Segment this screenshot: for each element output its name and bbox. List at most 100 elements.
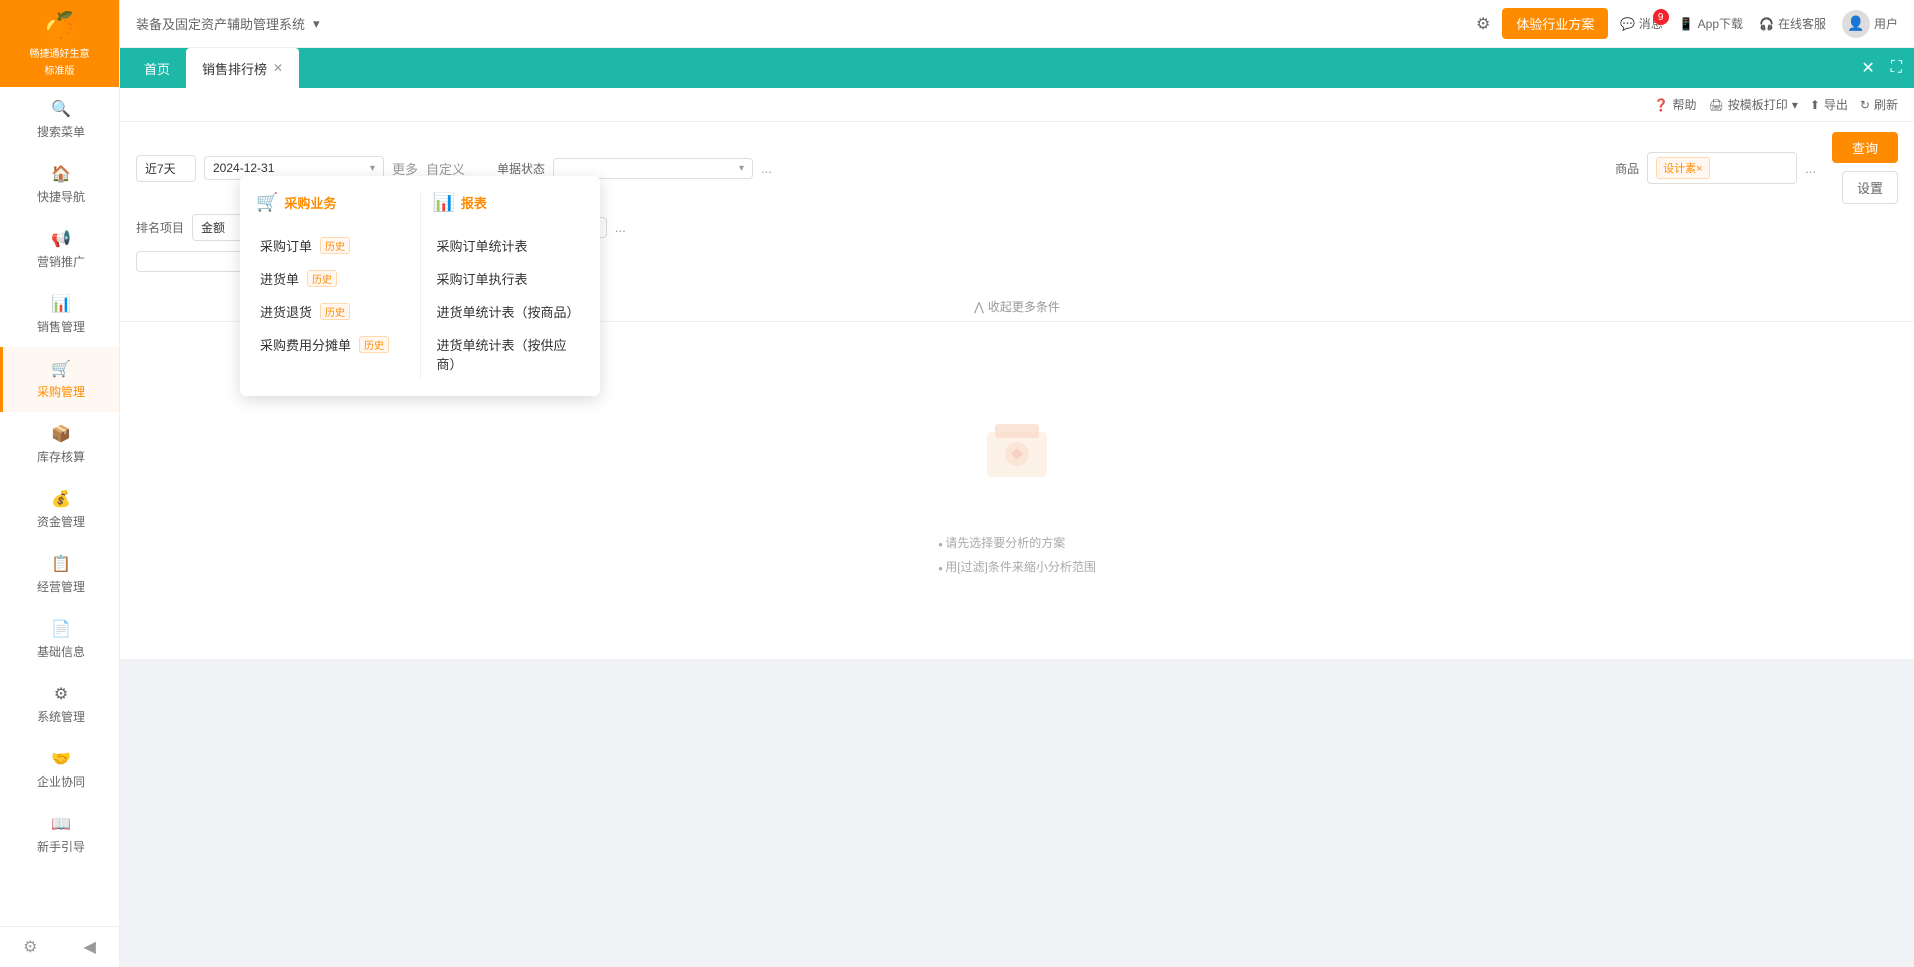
export-label: 导出 (1824, 96, 1848, 113)
tab-close-all-icon[interactable]: ✕ (1857, 54, 1878, 82)
menu-item-purchase-order[interactable]: 采购订单 历史 (256, 229, 408, 262)
sidebar-item-guide[interactable]: 📖 新手引导 (0, 802, 119, 867)
stock-in-stats-supplier-label: 进货单统计表（按供应商） (437, 335, 581, 373)
help-label: 帮助 (1673, 96, 1697, 113)
print-label: 按模板打印 (1728, 96, 1788, 113)
query-button[interactable]: 查询 (1832, 132, 1898, 163)
tab-sales-rank-close[interactable]: ✕ (273, 61, 283, 75)
date-custom-link[interactable]: 自定义 (426, 159, 465, 178)
menu-item-stock-in-stats-product[interactable]: 进货单统计表（按商品） (433, 295, 585, 328)
stock-return-badge: 历史 (320, 303, 350, 320)
sidebar-item-marketing[interactable]: 📢 营销推广 (0, 217, 119, 282)
sidebar-item-basic-info-label: 基础信息 (37, 643, 85, 660)
sidebar-item-sales[interactable]: 📊 销售管理 (0, 282, 119, 347)
collapse-icon: ⋀ (974, 300, 984, 314)
logo-line2: 标准版 (45, 62, 75, 77)
sidebar-collapse-icon[interactable]: ◀ (84, 937, 96, 957)
sidebar-bottom: ⚙ ◀ (0, 926, 119, 967)
purchase-expense-label: 采购费用分摊单 (260, 335, 351, 354)
purchase-order-badge: 历史 (320, 237, 350, 254)
notification-badge: 9 (1653, 9, 1669, 25)
sidebar-settings-icon[interactable]: ⚙ (23, 937, 37, 957)
sidebar-logo: 🍊 畅捷通好生意 标准版 (0, 0, 119, 87)
sidebar-item-finance[interactable]: 💰 资金管理 (0, 477, 119, 542)
sidebar-item-inventory-label: 库存核算 (37, 448, 85, 465)
logo-icon: 🍊 (42, 10, 77, 43)
sidebar-item-collab[interactable]: 🤝 企业协同 (0, 737, 119, 802)
tab-bar: 首页 销售排行榜 ✕ ✕ ⛶ (120, 48, 1914, 88)
main-area: 装备及固定资产辅助管理系统 ▾ ⚙ 体验行业方案 💬 9 消息 📱 App下载 … (120, 0, 1914, 967)
purchase-business-column: 🛒 采购业务 采购订单 历史 进货单 历史 进货退货 历史 (256, 192, 408, 380)
purchase-menu-icon: 🛒 (256, 192, 278, 213)
order-status-label: 单据状态 (497, 160, 545, 177)
sidebar-item-marketing-label: 营销推广 (37, 253, 85, 270)
menu-divider (420, 192, 421, 380)
report-title: 📊 报表 (433, 192, 585, 217)
date-range-value: 2024-12-31 (213, 161, 274, 175)
menu-item-purchase-order-exec[interactable]: 采购订单执行表 (433, 262, 585, 295)
sidebar-nav: 🔍 搜索菜单 🏠 快捷导航 📢 营销推广 📊 销售管理 🛒 采购管理 📦 (0, 87, 119, 926)
sidebar-item-system[interactable]: ⚙ 系统管理 (0, 672, 119, 737)
sales-nav-icon: 📊 (51, 294, 71, 314)
stock-return-label: 进货退货 (260, 302, 312, 321)
report-column: 📊 报表 采购订单统计表 采购订单执行表 进货单统计表（按商品） 进货单统计表（… (433, 192, 585, 380)
topbar-dropdown-icon[interactable]: ▾ (313, 16, 320, 32)
topbar-settings-icon[interactable]: ⚙ (1476, 14, 1490, 34)
sidebar-item-search[interactable]: 🔍 搜索菜单 (0, 87, 119, 152)
menu-item-stock-in[interactable]: 进货单 历史 (256, 262, 408, 295)
print-icon: 🖨 (1709, 98, 1724, 112)
menu-item-stock-in-stats-supplier[interactable]: 进货单统计表（按供应商） (433, 328, 585, 380)
date-more-link[interactable]: 更多 (392, 159, 418, 178)
notification-item[interactable]: 💬 9 消息 (1620, 15, 1662, 32)
collab-nav-icon: 🤝 (51, 749, 71, 769)
product-dots[interactable]: ... (1805, 161, 1816, 176)
message-icon: 💬 (1620, 17, 1635, 31)
help-btn[interactable]: ❓ 帮助 (1654, 96, 1697, 113)
menu-item-purchase-order-stats[interactable]: 采购订单统计表 (433, 229, 585, 262)
export-btn[interactable]: ⬆ 导出 (1810, 96, 1848, 113)
system-nav-icon: ⚙ (54, 684, 68, 704)
search-nav-icon: 🔍 (51, 99, 71, 119)
industry-btn[interactable]: 体验行业方案 (1502, 8, 1608, 39)
sidebar-item-operations[interactable]: 📋 经营管理 (0, 542, 119, 607)
tab-maximize-icon[interactable]: ⛶ (1887, 55, 1906, 81)
app-download-item[interactable]: 📱 App下载 (1679, 15, 1743, 32)
tab-home[interactable]: 首页 (128, 48, 186, 88)
home-nav-icon: 🏠 (51, 164, 71, 184)
stock-in-badge: 历史 (307, 270, 337, 287)
setting-button[interactable]: 设置 (1842, 171, 1898, 204)
user-item[interactable]: 👤 用户 (1842, 10, 1898, 38)
refresh-btn[interactable]: ↻ 刷新 (1860, 96, 1898, 113)
date-preset-control[interactable]: 近7天 (136, 155, 196, 182)
product-control[interactable]: 设计素× (1647, 152, 1797, 184)
print-btn[interactable]: 🖨 按模板打印 ▾ (1709, 96, 1798, 113)
rank-item-label: 排名项目 (136, 219, 184, 236)
sidebar-item-inventory[interactable]: 📦 库存核算 (0, 412, 119, 477)
topbar-right: 💬 9 消息 📱 App下载 🎧 在线客服 👤 用户 (1620, 10, 1898, 38)
salesperson-dots[interactable]: ... (615, 220, 626, 235)
sidebar-item-purchase-label: 采购管理 (37, 383, 85, 400)
menu-item-purchase-expense[interactable]: 采购费用分摊单 历史 (256, 328, 408, 361)
refresh-icon: ↻ (1860, 98, 1870, 112)
sidebar-item-basic-info[interactable]: 📄 基础信息 (0, 607, 119, 672)
sidebar-item-quick-nav[interactable]: 🏠 快捷导航 (0, 152, 119, 217)
purchase-business-title: 🛒 采购业务 (256, 192, 408, 217)
content-area: ❓ 帮助 🖨 按模板打印 ▾ ⬆ 导出 ↻ 刷新 (120, 88, 1914, 967)
operations-nav-icon: 📋 (51, 554, 71, 574)
date-preset-value: 近7天 (145, 160, 176, 177)
filter-toolbar: ❓ 帮助 🖨 按模板打印 ▾ ⬆ 导出 ↻ 刷新 (120, 88, 1914, 122)
tab-sales-rank-label: 销售排行榜 (202, 59, 267, 78)
tab-sales-rank[interactable]: 销售排行榜 ✕ (186, 48, 299, 88)
collapse-label: 收起更多条件 (988, 298, 1060, 315)
order-status-dropdown-icon: ▾ (739, 163, 744, 174)
order-status-dots[interactable]: ... (761, 161, 772, 176)
menu-item-stock-return[interactable]: 进货退货 历史 (256, 295, 408, 328)
sidebar-item-sales-label: 销售管理 (37, 318, 85, 335)
app-download-label: App下载 (1698, 15, 1743, 32)
product-tag-text: 设计素× (1663, 160, 1702, 176)
topbar-title: 装备及固定资产辅助管理系统 ▾ (136, 14, 1464, 33)
inventory-nav-icon: 📦 (51, 424, 71, 444)
online-service-item[interactable]: 🎧 在线客服 (1759, 15, 1826, 32)
purchase-business-title-text: 采购业务 (284, 193, 336, 212)
sidebar-item-purchase[interactable]: 🛒 采购管理 (0, 347, 119, 412)
